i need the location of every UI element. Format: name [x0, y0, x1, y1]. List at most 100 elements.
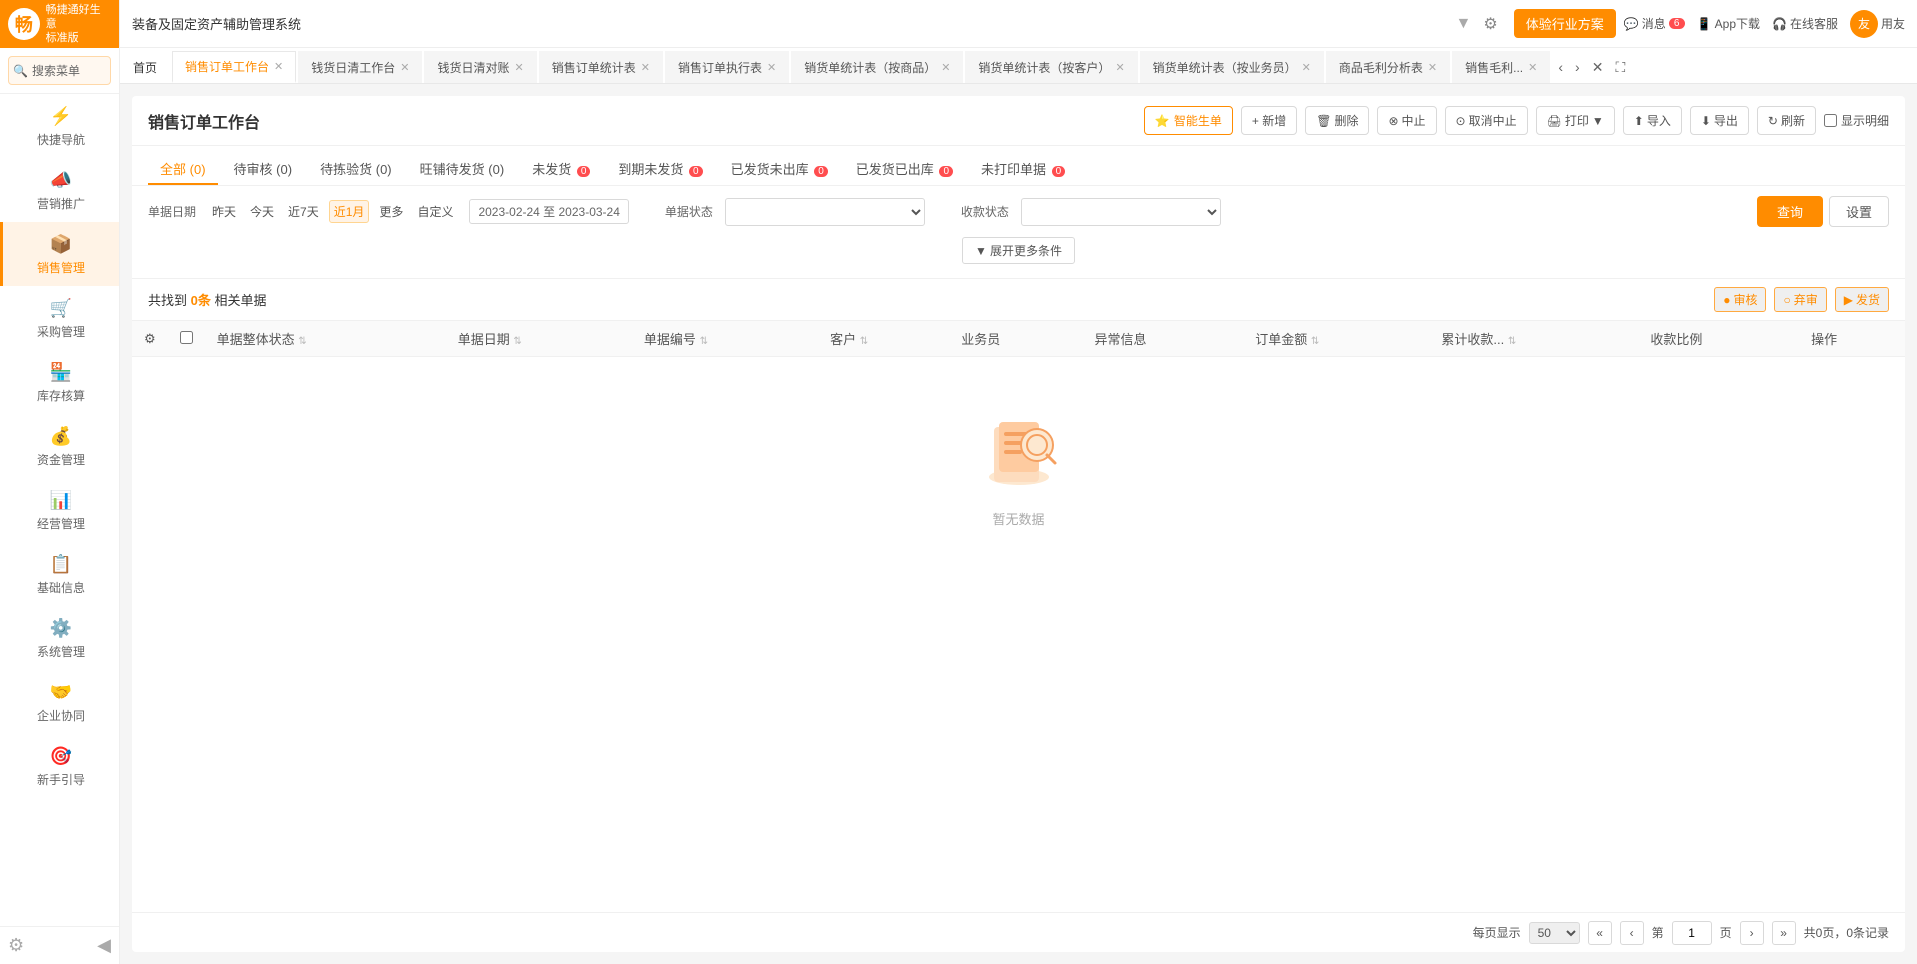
sidebar-item-operations[interactable]: 📊 经营管理 — [0, 478, 119, 542]
expand-down-icon: ▼ — [975, 244, 987, 258]
delete-button[interactable]: 🗑 删除 — [1305, 106, 1369, 135]
settings-bottom-button[interactable]: ⚙ — [8, 935, 24, 956]
date-btn-custom[interactable]: 自定义 — [413, 201, 457, 222]
import-button[interactable]: ⬆ 导入 — [1623, 106, 1682, 135]
message-action[interactable]: 💬 消息 6 — [1624, 15, 1685, 32]
sub-tab-wangpu-ship[interactable]: 旺铺待发货 (0) — [408, 154, 517, 185]
app-download-action[interactable]: 📱 App下载 — [1697, 15, 1760, 32]
sub-tab-shipped-not-out[interactable]: 已发货未出库 0 — [719, 154, 840, 185]
set-button[interactable]: 设置 — [1829, 196, 1889, 227]
sub-tab-pending[interactable]: 待审核 (0) — [222, 154, 305, 185]
tab-sales-sum-product[interactable]: 销货单统计表（按商品） ✕ — [791, 51, 963, 83]
tab-sales-more-close[interactable]: ✕ — [1528, 61, 1537, 74]
search-menu-button[interactable]: 🔍 搜索菜单 — [8, 56, 111, 85]
sidebar-item-sales[interactable]: 📦 销售管理 — [0, 222, 119, 286]
print-button[interactable]: 🖨 打印 ▼ — [1536, 106, 1615, 135]
page-last-button[interactable]: » — [1772, 921, 1796, 945]
settings-icon[interactable]: ⚙ — [1483, 14, 1497, 34]
sub-tab-not-printed[interactable]: 未打印单据 0 — [969, 154, 1077, 185]
date-range-display[interactable]: 2023-02-24 至 2023-03-24 — [469, 199, 628, 224]
solution-button[interactable]: 体验行业方案 — [1514, 9, 1616, 38]
refresh-button[interactable]: ↻ 刷新 — [1757, 106, 1816, 135]
smart-generate-button[interactable]: ⭐ 智能生单 — [1144, 106, 1233, 135]
expand-more-button[interactable]: ▼ 展开更多条件 — [962, 237, 1075, 264]
th-ratio[interactable]: 收款比例 — [1638, 321, 1799, 357]
payment-select[interactable] — [1021, 198, 1221, 226]
tab-sales-order-close[interactable]: ✕ — [274, 60, 283, 73]
tab-sales-exec[interactable]: 销售订单执行表 ✕ — [665, 51, 789, 83]
cancel-stop-button[interactable]: ⊙ 取消中止 — [1445, 106, 1528, 135]
sub-tab-pending-check[interactable]: 待拣验货 (0) — [308, 154, 404, 185]
th-received[interactable]: 累计收款... ⇅ — [1429, 321, 1638, 357]
show-detail-checkbox[interactable] — [1824, 114, 1837, 127]
tab-sales-sum-product-close[interactable]: ✕ — [941, 61, 950, 74]
tab-sales-more[interactable]: 销售毛利... ✕ — [1452, 51, 1550, 83]
tab-sales-stat[interactable]: 销售订单统计表 ✕ — [539, 51, 663, 83]
tab-sales-sum-staff[interactable]: 销货单统计表（按业务员） ✕ — [1140, 51, 1324, 83]
page-number-input[interactable] — [1672, 921, 1712, 945]
ship-button[interactable]: ▶ 发货 — [1835, 287, 1889, 312]
page-prev-button[interactable]: ‹ — [1620, 921, 1644, 945]
page-first-button[interactable]: « — [1588, 921, 1612, 945]
th-number[interactable]: 单据编号 ⇅ — [632, 321, 818, 357]
tab-prev-button[interactable]: ‹ — [1552, 51, 1569, 83]
status-select[interactable] — [725, 198, 925, 226]
sidebar-item-basics[interactable]: 📋 基础信息 — [0, 542, 119, 606]
th-date[interactable]: 单据日期 ⇅ — [446, 321, 632, 357]
show-detail-label[interactable]: 显示明细 — [1824, 112, 1889, 129]
date-btn-today[interactable]: 今天 — [246, 201, 278, 222]
date-btn-more[interactable]: 更多 — [375, 201, 407, 222]
export-button[interactable]: ⬇ 导出 — [1690, 106, 1749, 135]
th-salesman[interactable]: 业务员 — [949, 321, 1082, 357]
tab-daily-cash-close[interactable]: ✕ — [400, 61, 409, 74]
th-amount[interactable]: 订单金额 ⇅ — [1243, 321, 1429, 357]
tab-fullscreen-button[interactable]: ⛶ — [1609, 51, 1631, 83]
guide-icon: 🎯 — [49, 744, 73, 768]
tab-close-all-button[interactable]: ✕ — [1586, 51, 1610, 83]
query-button[interactable]: 查询 — [1757, 196, 1823, 227]
sub-tab-expire-not-ship[interactable]: 到期未发货 0 — [606, 154, 714, 185]
tab-sales-stat-close[interactable]: ✕ — [641, 61, 650, 74]
add-button[interactable]: + 新增 — [1241, 106, 1297, 135]
collapse-button[interactable]: ◀ — [97, 935, 111, 956]
th-customer[interactable]: 客户 ⇅ — [818, 321, 949, 357]
tab-sales-exec-close[interactable]: ✕ — [767, 61, 776, 74]
sidebar-item-promotion[interactable]: 📣 营销推广 — [0, 158, 119, 222]
date-btn-1month[interactable]: 近1月 — [329, 200, 370, 223]
sidebar-item-system[interactable]: ⚙️ 系统管理 — [0, 606, 119, 670]
sidebar-item-finance[interactable]: 💰 资金管理 — [0, 414, 119, 478]
tab-home[interactable]: 首页 — [120, 51, 170, 83]
select-all-checkbox[interactable] — [180, 331, 193, 344]
sidebar-item-enterprise[interactable]: 🤝 企业协同 — [0, 670, 119, 734]
online-service-action[interactable]: 🎧 在线客服 — [1772, 15, 1838, 32]
th-abnormal[interactable]: 异常信息 — [1082, 321, 1243, 357]
check-button[interactable]: ● 审核 — [1714, 287, 1766, 312]
th-settings[interactable]: ⚙ — [132, 321, 168, 357]
revoke-button[interactable]: ○ 弃审 — [1774, 287, 1826, 312]
tab-product-profit-close[interactable]: ✕ — [1428, 61, 1437, 74]
th-status[interactable]: 单据整体状态 ⇅ — [205, 321, 446, 357]
date-btn-yesterday[interactable]: 昨天 — [208, 201, 240, 222]
tab-daily-cash[interactable]: 钱货日清工作台 ✕ — [298, 51, 422, 83]
tab-daily-reconcile[interactable]: 钱货日清对账 ✕ — [424, 51, 536, 83]
user-action[interactable]: 友 用友 — [1850, 10, 1905, 38]
page-size-select[interactable]: 10 20 50 100 — [1529, 922, 1580, 944]
sidebar-item-guide[interactable]: 🎯 新手引导 — [0, 734, 119, 798]
tab-sales-sum-customer-close[interactable]: ✕ — [1115, 61, 1124, 74]
sub-tab-shipped-out[interactable]: 已发货已出库 0 — [844, 154, 965, 185]
tab-sales-sum-staff-close[interactable]: ✕ — [1302, 61, 1311, 74]
page-next-button[interactable]: › — [1740, 921, 1764, 945]
sidebar-item-purchase[interactable]: 🛒 采购管理 — [0, 286, 119, 350]
sub-tab-not-shipped[interactable]: 未发货 0 — [520, 154, 602, 185]
stop-button[interactable]: ⊗ 中止 — [1377, 106, 1436, 135]
sidebar-item-quick-nav[interactable]: ⚡ 快捷导航 — [0, 94, 119, 158]
th-checkbox[interactable] — [168, 321, 205, 357]
tab-daily-reconcile-close[interactable]: ✕ — [515, 61, 524, 74]
tab-next-button[interactable]: › — [1569, 51, 1586, 83]
tab-sales-sum-customer[interactable]: 销货单统计表（按客户） ✕ — [965, 51, 1137, 83]
sidebar-item-inventory[interactable]: 🏪 库存核算 — [0, 350, 119, 414]
tab-product-profit[interactable]: 商品毛利分析表 ✕ — [1326, 51, 1450, 83]
tab-sales-order[interactable]: 销售订单工作台 ✕ — [172, 51, 296, 83]
date-btn-7days[interactable]: 近7天 — [284, 201, 323, 222]
sub-tab-all[interactable]: 全部 (0) — [148, 154, 218, 185]
